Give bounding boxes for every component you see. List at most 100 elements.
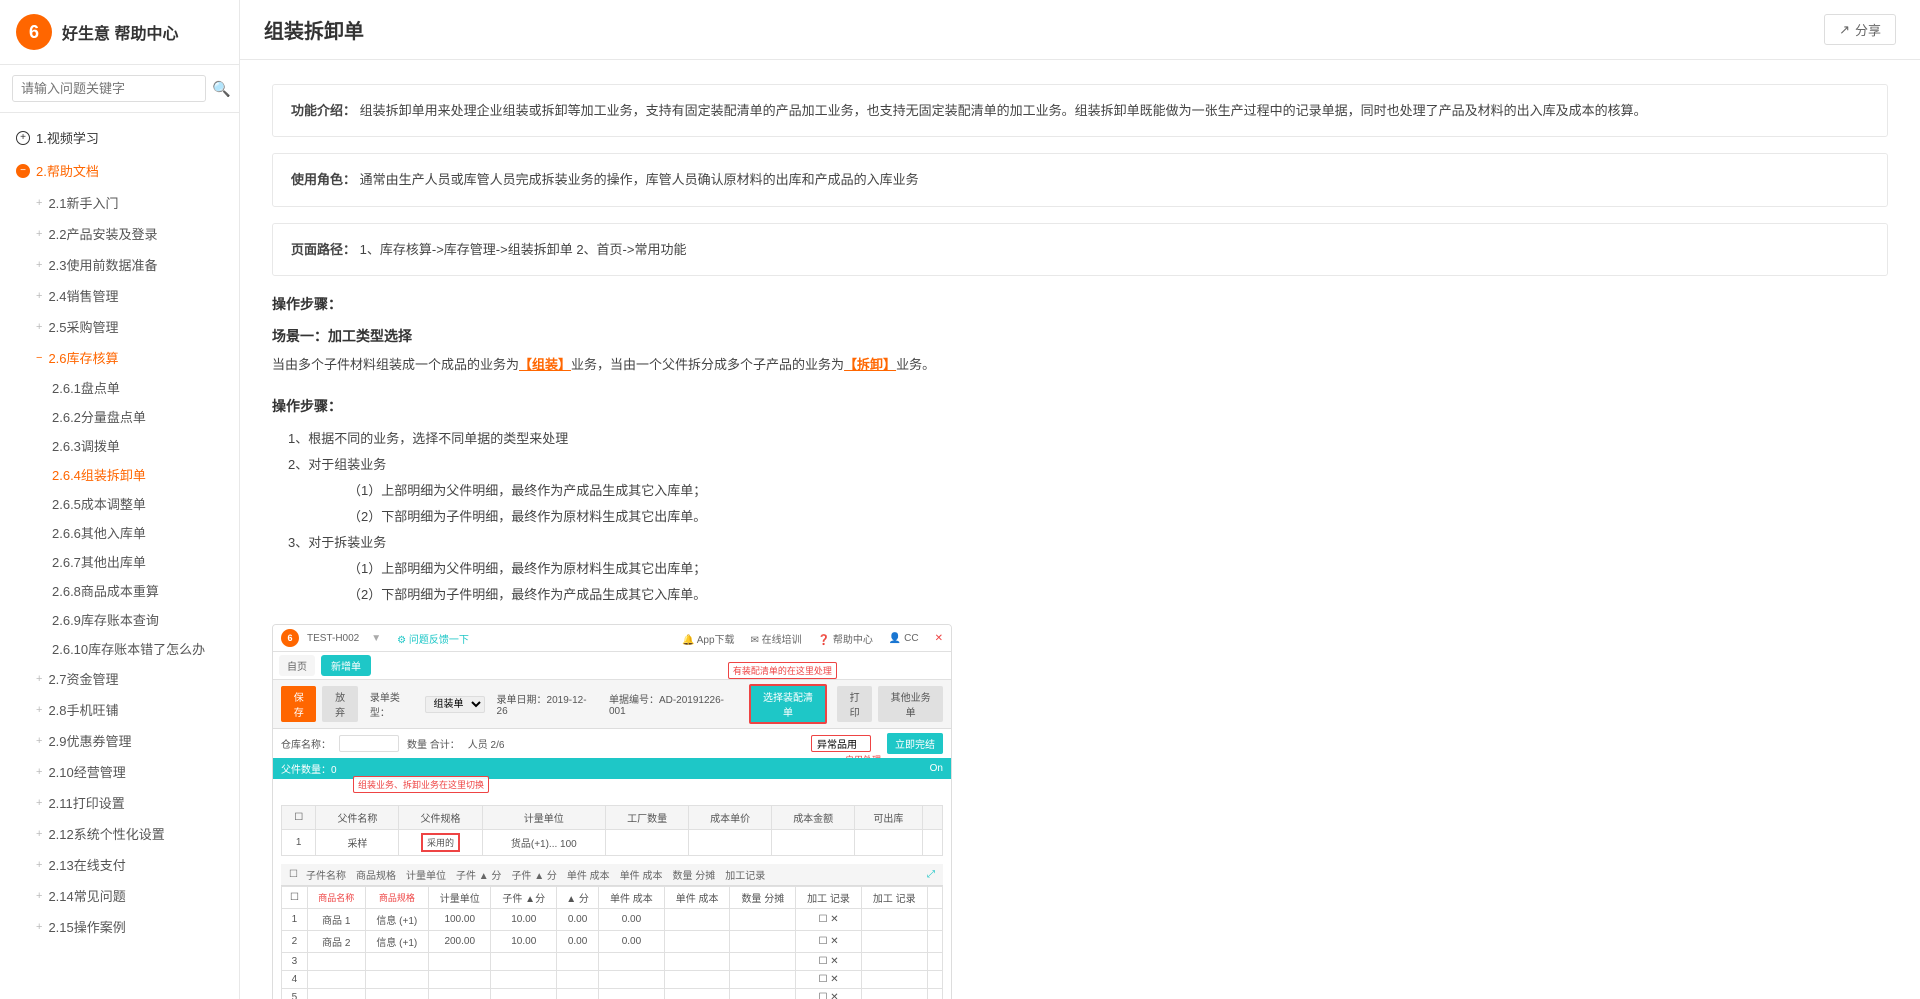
step3-sub2: （2）下部明细为子件明细，最终作为产成品生成其它入库单。 [288, 582, 1888, 608]
expand-icon-2-14: + [36, 890, 42, 902]
mock-discard-btn[interactable]: 放弃 [322, 686, 357, 722]
sidebar: 6 好生意 帮助中心 🔍 + 1.视频学习 − 2.帮助文档 + 2.1新手入门 [0, 0, 240, 999]
mock-green-section: 父件数量：0 On 组装业务、拆卸业务在这里切换 [273, 758, 951, 779]
step2-sub1: （1）上部明细为父件明细，最终作为产成品生成其它入库单； [288, 478, 1888, 504]
mock-print-btn[interactable]: 打印 [837, 686, 872, 722]
docs-sub-items: + 2.1新手入门 + 2.2产品安装及登录 + 2.3使用前数据准备 + 2.… [0, 187, 239, 942]
expand-icon-2-12: + [36, 828, 42, 840]
page-title: 组装拆卸单 [264, 15, 364, 44]
sidebar-item-2-6-7[interactable]: 2.6.7其他出库单 [0, 547, 239, 576]
table-row: 1 商品 1 信息 (+1) 100.00 10.00 0.00 0.00 ☐ … [282, 909, 943, 931]
expand-icon-2-3: + [36, 259, 42, 271]
screenshot-inner: 6 TEST-H002 ▼ ⚙ 问题反馈一下 🔔 App下载 ✉ 在线培训 ❓ … [273, 625, 951, 999]
search-input[interactable] [12, 75, 206, 102]
mock-red-box: 采用的 [421, 833, 460, 852]
sidebar-item-2-1[interactable]: + 2.1新手入门 [0, 187, 239, 218]
mock-enable-input[interactable] [811, 735, 871, 752]
table-row: 5 ☐ ✕ [282, 989, 943, 999]
sidebar-item-2-6-1[interactable]: 2.6.1盘点单 [0, 373, 239, 402]
step1: 1、根据不同的业务，选择不同单据的类型来处理 [288, 426, 1888, 452]
sidebar-item-2-6[interactable]: − 2.6库存核算 [0, 342, 239, 373]
expand-icon-2-4: + [36, 290, 42, 302]
mock-tab-home: 自页 [279, 655, 315, 676]
sidebar-item-video[interactable]: + 1.视频学习 [0, 121, 239, 154]
share-button[interactable]: ↗ 分享 [1824, 14, 1896, 45]
expand-icon-2-7: + [36, 673, 42, 685]
step2: 2、对于组装业务 [288, 452, 1888, 478]
expand-icon-2-5: + [36, 321, 42, 333]
mock-form-fields: 仓库名称： 数量 合计： 人员 2/6 启用处理 立即完结 [273, 729, 951, 758]
expand-icon-2-8: + [36, 704, 42, 716]
sidebar-item-2-6-9[interactable]: 2.6.9库存账本查询 [0, 605, 239, 634]
sidebar-item-2-4[interactable]: + 2.4销售管理 [0, 280, 239, 311]
on-label: On [930, 763, 943, 774]
ops-steps-title: 操作步骤： [272, 396, 1888, 416]
sidebar-title: 好生意 帮助中心 [62, 20, 178, 44]
mock-lower-table-header: ☐ 子件名称 商品规格 计量单位 子件 ▲ 分 子件 ▲ 分 单件 成本 单件 … [281, 864, 943, 886]
mock-app-bar: 6 TEST-H002 ▼ ⚙ 问题反馈一下 🔔 App下载 ✉ 在线培训 ❓ … [273, 625, 951, 652]
feature-block: 功能介绍： 组装拆卸单用来处理企业组装或拆卸等加工业务，支持有固定装配清单的产品… [272, 84, 1888, 137]
sidebar-item-2-14[interactable]: + 2.14常见问题 [0, 880, 239, 911]
step2-sub2: （2）下部明细为子件明细，最终作为原材料生成其它出库单。 [288, 504, 1888, 530]
role-text: 通常由生产人员或库管人员完成拆装业务的操作，库管人员确认原材料的出库和产成品的入… [360, 172, 919, 187]
mock-form-toolbar: 保存 放弃 录单类型： 组装单 拆卸单 录单日期：2019-12-26 单据编号… [273, 680, 951, 729]
search-button[interactable]: 🔍 [212, 80, 231, 98]
sidebar-item-2-6-6[interactable]: 2.6.6其他入库单 [0, 518, 239, 547]
mock-tab-active: 新增单 [321, 655, 371, 676]
sidebar-item-docs[interactable]: − 2.帮助文档 [0, 154, 239, 187]
sidebar-item-2-11[interactable]: + 2.11打印设置 [0, 787, 239, 818]
table-row: 4 ☐ ✕ [282, 971, 943, 989]
sidebar-item-2-5[interactable]: + 2.5采购管理 [0, 311, 239, 342]
sidebar-item-2-12[interactable]: + 2.12系统个性化设置 [0, 818, 239, 849]
annotation-switch: 组装业务、拆卸业务在这里切换 [353, 776, 489, 793]
sidebar-header: 6 好生意 帮助中心 [0, 0, 239, 65]
feature-text: 组装拆卸单用来处理企业组装或拆卸等加工业务，支持有固定装配清单的产品加工业务，也… [360, 103, 1647, 118]
sidebar-item-2-6-8[interactable]: 2.6.8商品成本重算 [0, 576, 239, 605]
path-label: 页面路径： [291, 242, 356, 257]
sidebar-item-2-3[interactable]: + 2.3使用前数据准备 [0, 249, 239, 280]
expand-icon-2-1: + [36, 197, 42, 209]
mock-lower-table: ☐ 商品名称 商品规格 计量单位 子件 ▲分 ▲ 分 单件 成本 单件 成本 数… [281, 886, 943, 999]
nav-tree: + 1.视频学习 − 2.帮助文档 + 2.1新手入门 + 2.2产品安装及登录 [0, 113, 239, 999]
nav-section-docs: − 2.帮助文档 + 2.1新手入门 + 2.2产品安装及登录 + 2.3使用前… [0, 154, 239, 942]
path-text: 1、库存核算->库存管理->组装拆卸单 2、首页->常用功能 [360, 242, 687, 257]
sidebar-item-2-7[interactable]: + 2.7资金管理 [0, 663, 239, 694]
sidebar-item-2-10[interactable]: + 2.10经营管理 [0, 756, 239, 787]
logo-icon: 6 [16, 14, 52, 50]
role-block: 使用角色： 通常由生产人员或库管人员完成拆装业务的操作，库管人员确认原材料的出库… [272, 153, 1888, 206]
expand-icon-2-2: + [36, 228, 42, 240]
mock-tabs-bar: 自页 新增单 [273, 652, 951, 680]
mock-type-select[interactable]: 组装单 拆卸单 [425, 696, 485, 713]
feature-label: 功能介绍： [291, 103, 356, 118]
nav-section-video: + 1.视频学习 [0, 121, 239, 154]
sidebar-item-2-6-5[interactable]: 2.6.5成本调整单 [0, 489, 239, 518]
sidebar-item-2-9[interactable]: + 2.9优惠券管理 [0, 725, 239, 756]
mock-confirm-btn[interactable]: 立即完结 [887, 733, 943, 754]
sidebar-item-2-8[interactable]: + 2.8手机旺铺 [0, 694, 239, 725]
path-block: 页面路径： 1、库存核算->库存管理->组装拆卸单 2、首页->常用功能 [272, 223, 1888, 276]
mock-other-btn[interactable]: 其他业务单 [878, 686, 943, 722]
expand-icon-2-6: − [36, 352, 42, 364]
screenshot-container: 6 TEST-H002 ▼ ⚙ 问题反馈一下 🔔 App下载 ✉ 在线培训 ❓ … [272, 624, 952, 999]
sidebar-item-2-6-3[interactable]: 2.6.3调拨单 [0, 431, 239, 460]
role-label: 使用角色： [291, 172, 356, 187]
sidebar-item-2-13[interactable]: + 2.13在线支付 [0, 849, 239, 880]
sidebar-item-video-label: 1.视频学习 [36, 128, 99, 147]
sidebar-item-2-6-10[interactable]: 2.6.10库存账本错了怎么办 [0, 634, 239, 663]
ops-title: 操作步骤： [272, 294, 1888, 314]
mock-upper-table: ☐ 父件名称 父件规格 计量单位 工厂数量 成本单价 成本金额 可出库 [281, 805, 943, 856]
mock-upper-table-section: ☐ 父件名称 父件规格 计量单位 工厂数量 成本单价 成本金额 可出库 [273, 801, 951, 860]
table-row: 2 商品 2 信息 (+1) 200.00 10.00 0.00 0.00 ☐ … [282, 931, 943, 953]
expand-icon-2-10: + [36, 766, 42, 778]
mock-assembly-btn[interactable]: 选择装配清单 [749, 684, 827, 724]
sidebar-item-2-2[interactable]: + 2.2产品安装及登录 [0, 218, 239, 249]
mock-save-btn[interactable]: 保存 [281, 686, 316, 722]
content-area: 功能介绍： 组装拆卸单用来处理企业组装或拆卸等加工业务，支持有固定装配清单的产品… [240, 60, 1920, 999]
sidebar-item-2-6-2[interactable]: 2.6.2分量盘点单 [0, 402, 239, 431]
sidebar-item-2-6-4[interactable]: 2.6.4组装拆卸单 [0, 460, 239, 489]
scene1-title: 场景一：加工类型选择 [272, 326, 1888, 346]
annotation-assembly: 有装配清单的在这里处理 [728, 662, 837, 679]
sidebar-item-2-15[interactable]: + 2.15操作案例 [0, 911, 239, 942]
mock-warehouse-input[interactable] [339, 735, 399, 752]
table-row: 3 ☐ ✕ [282, 953, 943, 971]
